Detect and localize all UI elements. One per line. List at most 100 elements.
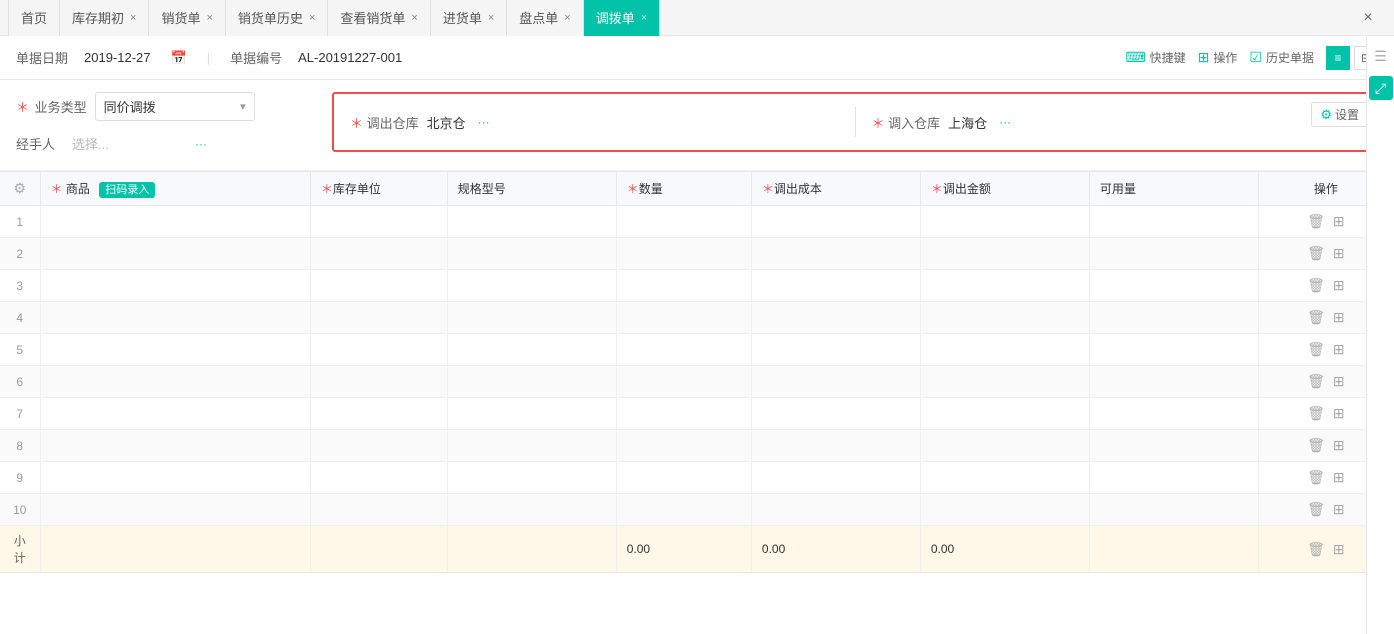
product-cell[interactable]: [40, 494, 310, 526]
copy-icon[interactable]: ⊞: [1333, 373, 1345, 390]
unit-cell[interactable]: [310, 270, 447, 302]
spec-cell[interactable]: [447, 270, 616, 302]
qty-cell[interactable]: [616, 430, 751, 462]
amount-cell[interactable]: [920, 366, 1089, 398]
cost-cell[interactable]: [751, 398, 920, 430]
cost-cell[interactable]: [751, 462, 920, 494]
qty-cell[interactable]: [616, 270, 751, 302]
delete-icon[interactable]: 🗑: [1307, 341, 1325, 358]
amount-cell[interactable]: [920, 494, 1089, 526]
tab-close-inventory-init[interactable]: ×: [130, 12, 136, 24]
product-cell[interactable]: [40, 366, 310, 398]
cost-cell[interactable]: [751, 430, 920, 462]
tab-inventory-init[interactable]: 库存期初 ×: [60, 0, 149, 36]
copy-icon[interactable]: ⊞: [1333, 213, 1345, 230]
unit-cell[interactable]: [310, 398, 447, 430]
copy-icon[interactable]: ⊞: [1333, 277, 1345, 294]
unit-cell[interactable]: [310, 206, 447, 238]
spec-cell[interactable]: [447, 206, 616, 238]
business-type-select[interactable]: 同价调拨 ▾: [95, 92, 255, 121]
cost-cell[interactable]: [751, 334, 920, 366]
product-cell[interactable]: [40, 334, 310, 366]
amount-cell[interactable]: [920, 238, 1089, 270]
settings-button[interactable]: ⚙ 设置: [1311, 102, 1368, 127]
tab-transfer-order[interactable]: 调拨单 ×: [584, 0, 660, 36]
delete-icon[interactable]: 🗑: [1307, 541, 1325, 558]
tab-inventory-check[interactable]: 盘点单 ×: [507, 0, 583, 36]
shortcut-button[interactable]: ⌨ 快捷键: [1125, 49, 1185, 66]
copy-icon[interactable]: ⊞: [1333, 405, 1345, 422]
qty-cell[interactable]: [616, 366, 751, 398]
delete-icon[interactable]: 🗑: [1307, 213, 1325, 230]
history-button[interactable]: ☑ 历史单据: [1249, 49, 1314, 66]
spec-cell[interactable]: [447, 238, 616, 270]
person-input[interactable]: 选择...: [63, 129, 183, 158]
unit-cell[interactable]: [310, 238, 447, 270]
cost-cell[interactable]: [751, 238, 920, 270]
amount-cell[interactable]: [920, 302, 1089, 334]
cost-cell[interactable]: [751, 366, 920, 398]
product-cell[interactable]: [40, 270, 310, 302]
operation-button[interactable]: ⊞ 操作: [1198, 49, 1238, 66]
delete-icon[interactable]: 🗑: [1307, 277, 1325, 294]
cost-cell[interactable]: [751, 270, 920, 302]
tab-close-purchase-order[interactable]: ×: [488, 12, 494, 24]
amount-cell[interactable]: [920, 398, 1089, 430]
tab-home[interactable]: 首页: [8, 0, 60, 36]
cost-cell[interactable]: [751, 302, 920, 334]
product-cell[interactable]: [40, 206, 310, 238]
copy-icon[interactable]: ⊞: [1333, 541, 1345, 558]
spec-cell[interactable]: [447, 334, 616, 366]
tab-close-inventory-check[interactable]: ×: [564, 12, 570, 24]
qty-cell[interactable]: [616, 398, 751, 430]
spec-cell[interactable]: [447, 462, 616, 494]
qty-cell[interactable]: [616, 494, 751, 526]
tab-purchase-order[interactable]: 进货单 ×: [431, 0, 507, 36]
qty-cell[interactable]: [616, 302, 751, 334]
tab-close-sales-order[interactable]: ×: [206, 12, 212, 24]
tab-sales-order[interactable]: 销货单 ×: [149, 0, 225, 36]
delete-icon[interactable]: 🗑: [1307, 437, 1325, 454]
delete-icon[interactable]: 🗑: [1307, 309, 1325, 326]
copy-icon[interactable]: ⊞: [1333, 437, 1345, 454]
cost-cell[interactable]: [751, 494, 920, 526]
delete-icon[interactable]: 🗑: [1307, 373, 1325, 390]
scan-button[interactable]: 扫码录入: [99, 182, 155, 198]
qty-cell[interactable]: [616, 238, 751, 270]
spec-cell[interactable]: [447, 494, 616, 526]
gear-column-header[interactable]: ⚙: [0, 172, 40, 206]
product-cell[interactable]: [40, 238, 310, 270]
person-more-button[interactable]: ···: [191, 135, 211, 153]
spec-cell[interactable]: [447, 302, 616, 334]
amount-cell[interactable]: [920, 334, 1089, 366]
warehouse-in-more-button[interactable]: ···: [995, 113, 1015, 131]
copy-icon[interactable]: ⊞: [1333, 309, 1345, 326]
cost-cell[interactable]: [751, 206, 920, 238]
product-cell[interactable]: [40, 430, 310, 462]
calendar-icon[interactable]: 📅: [171, 50, 187, 66]
amount-cell[interactable]: [920, 430, 1089, 462]
gear-icon[interactable]: ⚙: [13, 180, 26, 196]
unit-cell[interactable]: [310, 302, 447, 334]
product-cell[interactable]: [40, 398, 310, 430]
amount-cell[interactable]: [920, 206, 1089, 238]
product-cell[interactable]: [40, 302, 310, 334]
unit-cell[interactable]: [310, 494, 447, 526]
warehouse-out-more-button[interactable]: ···: [474, 113, 494, 131]
unit-cell[interactable]: [310, 462, 447, 494]
delete-icon[interactable]: 🗑: [1307, 405, 1325, 422]
unit-cell[interactable]: [310, 334, 447, 366]
spec-cell[interactable]: [447, 430, 616, 462]
copy-icon[interactable]: ⊞: [1333, 501, 1345, 518]
tab-view-sales[interactable]: 查看销货单 ×: [328, 0, 430, 36]
delete-icon[interactable]: 🗑: [1307, 469, 1325, 486]
amount-cell[interactable]: [920, 462, 1089, 494]
table-container[interactable]: ⚙ ＊ 商品 扫码录入 ＊库存单位 规格型号 ＊数量 ＊调出: [0, 171, 1394, 573]
spec-cell[interactable]: [447, 398, 616, 430]
copy-icon[interactable]: ⊞: [1333, 341, 1345, 358]
sidebar-expand-icon[interactable]: ⤢: [1369, 76, 1393, 100]
tab-close-sales-history[interactable]: ×: [309, 12, 315, 24]
delete-icon[interactable]: 🗑: [1307, 501, 1325, 518]
tab-close-view-sales[interactable]: ×: [411, 12, 417, 24]
spec-cell[interactable]: [447, 366, 616, 398]
